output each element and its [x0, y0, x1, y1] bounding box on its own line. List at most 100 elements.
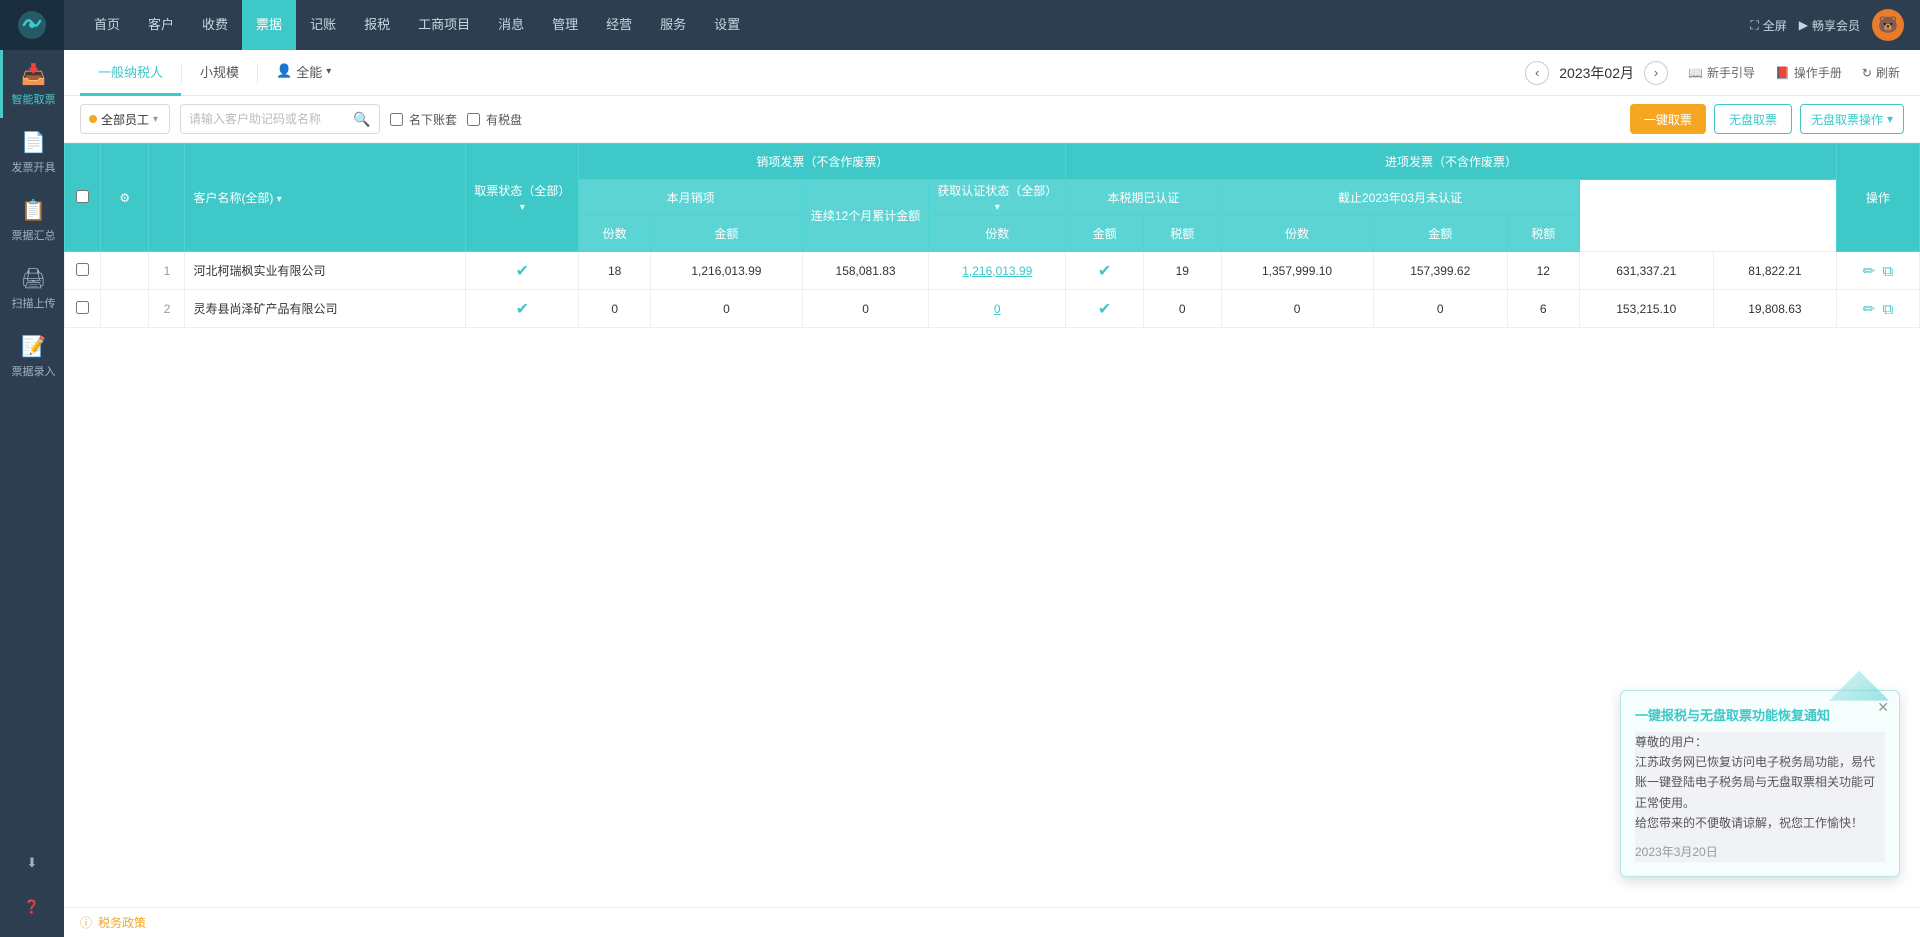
nav-home[interactable]: 首页 — [80, 0, 134, 50]
th-uncert-count: 份数 — [1221, 216, 1373, 252]
row-uncert-count-1: 6 — [1507, 290, 1579, 328]
row-uncert-amount-0: 631,337.21 — [1579, 252, 1713, 290]
row-cert-status-1: ✔ — [1066, 290, 1144, 328]
employee-select[interactable]: 全部员工 ▾ — [80, 104, 170, 134]
nav-billing[interactable]: 收费 — [188, 0, 242, 50]
refresh-btn[interactable]: ↻ 刷新 — [1858, 64, 1904, 81]
row-purchase-tax-0: 157,399.62 — [1373, 252, 1507, 290]
row-uncert-tax-0: 81,822.21 — [1713, 252, 1836, 290]
th-uncert-tax: 税额 — [1507, 216, 1579, 252]
fetch-ok-icon: ✔ — [516, 301, 529, 318]
notification-title: 一键报税与无盘取票功能恢复通知 — [1635, 705, 1885, 724]
search-input[interactable] — [189, 112, 349, 126]
row-cumulative-1[interactable]: 0 — [929, 290, 1066, 328]
sidebar-item-smart-fetch[interactable]: 📥 智能取票 — [0, 50, 64, 118]
nav-operation[interactable]: 经营 — [592, 0, 646, 50]
manual-icon: 📕 — [1775, 66, 1790, 80]
th-action: 操作 — [1836, 144, 1919, 252]
row-sales-tax-0: 158,081.83 — [802, 252, 928, 290]
guide-icon: 📖 — [1688, 66, 1703, 80]
edit-icon-1[interactable]: ✏ — [1863, 301, 1876, 318]
fullscreen-btn[interactable]: ⛶ 全屏 — [1750, 17, 1786, 34]
sidebar-item-scan-upload[interactable]: 🖨 扫描上传 — [0, 254, 64, 322]
row-action-1: ✏ ⧉ — [1836, 290, 1919, 328]
no-disk-ops-btn[interactable]: 无盘取票操作 ▾ — [1800, 104, 1904, 134]
nav-settings[interactable]: 设置 — [700, 0, 754, 50]
sidebar-logo — [0, 0, 64, 50]
th-sales-amount: 金额 — [650, 216, 802, 252]
th-cert-status: 获取认证状态（全部） ▾ — [929, 180, 1066, 216]
row-purchase-count-1: 0 — [1143, 290, 1221, 328]
popup-close-btn[interactable]: ✕ — [1877, 699, 1889, 716]
th-checkbox — [65, 144, 101, 252]
sidebar-item-data-entry[interactable]: 📝 票据录入 — [0, 322, 64, 390]
current-date: 2023年02月 — [1559, 63, 1634, 83]
nav-message[interactable]: 消息 — [484, 0, 538, 50]
row-sales-tax-1: 0 — [802, 290, 928, 328]
nav-business[interactable]: 工商项目 — [404, 0, 484, 50]
row-checkbox-1[interactable] — [65, 290, 101, 328]
subtab-general[interactable]: 一般纳税人 — [80, 50, 181, 96]
nav-bookkeeping[interactable]: 记账 — [296, 0, 350, 50]
row-uncert-amount-1: 153,215.10 — [1579, 290, 1713, 328]
filter-actions: 一键取票 无盘取票 无盘取票操作 ▾ — [1630, 104, 1904, 134]
th-uncert-amount: 金额 — [1373, 216, 1507, 252]
row-action-0: ✏ ⧉ — [1836, 252, 1919, 290]
main-table: ⚙ 客户名称(全部) ▾ 取票状态（全部） ▾ 销项发票（不含作废票） — [64, 143, 1920, 328]
th-num — [149, 144, 185, 252]
fetch-filter-icon[interactable]: ▾ — [520, 202, 525, 213]
subtab-small[interactable]: 小规模 — [182, 50, 257, 96]
search-input-wrap: 🔍 — [180, 104, 380, 134]
search-icon[interactable]: 🔍 — [353, 111, 370, 128]
sidebar-download-btn[interactable]: ⬇ — [8, 843, 56, 883]
member-btn[interactable]: ▶ 畅享会员 — [1799, 17, 1860, 34]
filter-icon[interactable]: ▾ — [277, 194, 282, 205]
row-checkbox-0[interactable] — [65, 252, 101, 290]
select-all-checkbox[interactable] — [76, 190, 89, 203]
edit-icon-0[interactable]: ✏ — [1863, 263, 1876, 280]
th-current-period: 本税期已认证 — [1066, 180, 1221, 216]
manual-btn[interactable]: 📕 操作手册 — [1771, 64, 1846, 81]
sidebar-item-invoice-summary[interactable]: 📋 票据汇总 — [0, 186, 64, 254]
row-purchase-amount-1: 0 — [1221, 290, 1373, 328]
subtab-all[interactable]: 👤 全能 ▾ — [258, 50, 349, 96]
th-cumulative: 连续12个月累计金额 — [802, 180, 928, 252]
th-sales-count: 份数 — [579, 216, 651, 252]
has-tax-filter[interactable]: 有税盘 — [467, 111, 522, 128]
row-num-0: 1 — [149, 252, 185, 290]
copy-icon-1[interactable]: ⧉ — [1883, 301, 1894, 318]
new-guide-btn[interactable]: 📖 新手引导 — [1684, 64, 1759, 81]
th-purchase-tax: 税额 — [1143, 216, 1221, 252]
nav-client[interactable]: 客户 — [134, 0, 188, 50]
nav-tax[interactable]: 报税 — [350, 0, 404, 50]
date-prev-btn[interactable]: ‹ — [1525, 61, 1549, 85]
avatar[interactable]: 🐻 — [1872, 9, 1904, 41]
row-sales-amount-0: 1,216,013.99 — [650, 252, 802, 290]
fetch-ok-icon: ✔ — [516, 263, 529, 280]
no-disk-fetch-btn[interactable]: 无盘取票 — [1714, 104, 1792, 134]
copy-icon-0[interactable]: ⧉ — [1883, 263, 1894, 280]
row-uncert-tax-1: 19,808.63 — [1713, 290, 1836, 328]
settings-icon[interactable]: ⚙ — [119, 191, 130, 205]
cert-filter-icon[interactable]: ▾ — [995, 202, 1000, 213]
sub-account-checkbox[interactable] — [390, 113, 403, 126]
topnav-right: ⛶ 全屏 ▶ 畅享会员 🐻 — [1750, 9, 1904, 41]
row-purchase-tax-1: 0 — [1373, 290, 1507, 328]
table-body: 1 河北柯瑞枫实业有限公司 ✔ 18 1,216,013.99 158,081.… — [65, 252, 1920, 328]
bottom-bar[interactable]: ⓘ 税务政策 — [64, 907, 1920, 937]
nav-invoice[interactable]: 票据 — [242, 0, 296, 50]
row-purchase-count-0: 19 — [1143, 252, 1221, 290]
date-next-btn[interactable]: › — [1644, 61, 1668, 85]
sidebar-help-btn[interactable]: ❓ — [8, 887, 56, 927]
nav-management[interactable]: 管理 — [538, 0, 592, 50]
play-icon: ▶ — [1799, 18, 1808, 32]
subtabs-right: 📖 新手引导 📕 操作手册 ↻ 刷新 — [1684, 64, 1904, 81]
sub-account-filter[interactable]: 名下账套 — [390, 111, 457, 128]
one-click-fetch-btn[interactable]: 一键取票 — [1630, 104, 1706, 134]
row-fetch-status-0: ✔ — [466, 252, 579, 290]
sidebar-item-invoice-open[interactable]: 📄 发票开具 — [0, 118, 64, 186]
has-tax-checkbox[interactable] — [467, 113, 480, 126]
nav-service[interactable]: 服务 — [646, 0, 700, 50]
row-cumulative-0[interactable]: 1,216,013.99 — [929, 252, 1066, 290]
row-uncert-count-0: 12 — [1507, 252, 1579, 290]
